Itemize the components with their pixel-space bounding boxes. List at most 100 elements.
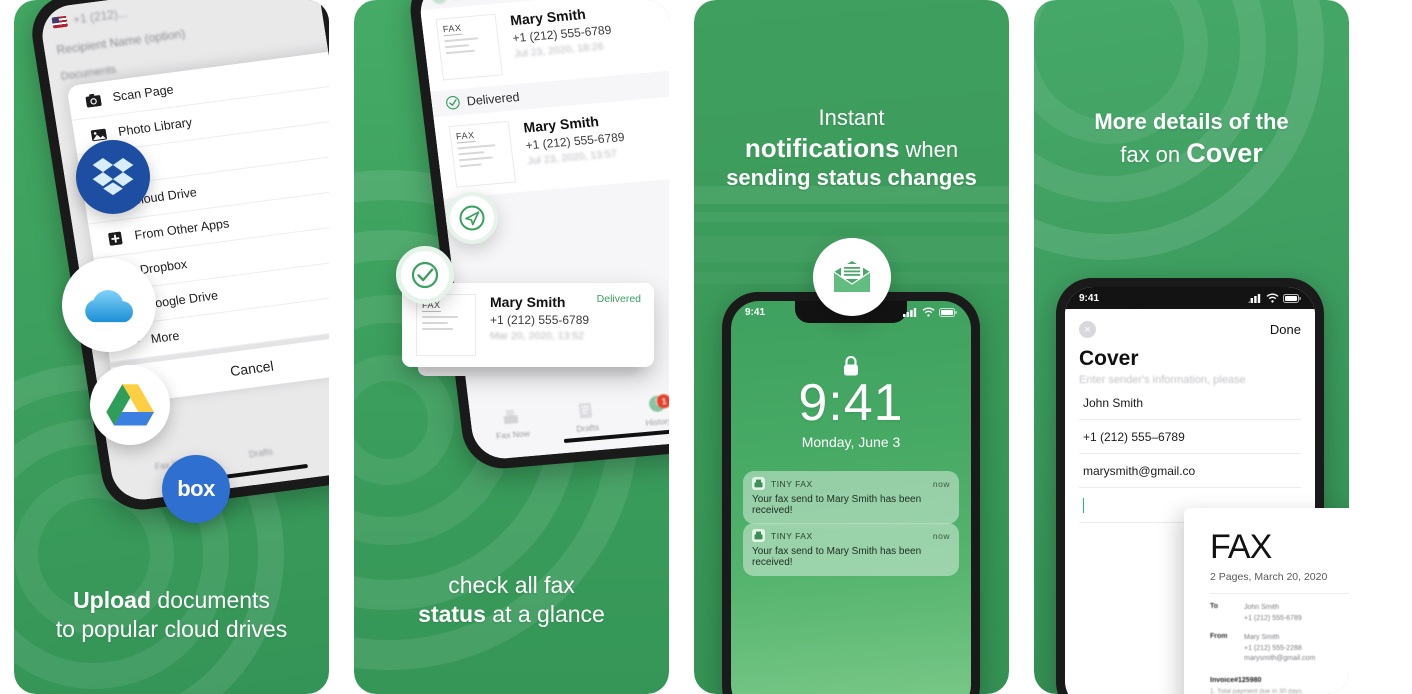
google-drive-badge	[90, 365, 170, 445]
tab-label: Fax Now	[495, 428, 531, 441]
action-sheet-item-label: From Other Apps	[133, 216, 231, 243]
headline-text: documents	[151, 587, 270, 614]
close-icon[interactable]: ×	[1079, 321, 1096, 338]
headline-text: fax on	[1120, 141, 1187, 167]
panel-headline: check all fax status at a glance	[354, 571, 669, 629]
to-value: John Smith +1 (212) 555-6789	[1244, 604, 1302, 622]
sender-phone-field[interactable]: +1 (212) 555–6789	[1079, 420, 1301, 454]
tab-label: Drafts	[575, 422, 600, 434]
panel-headline: Upload documents to popular cloud drives	[14, 586, 329, 644]
paper-plane-icon	[459, 205, 485, 231]
tab-drafts[interactable]: Drafts	[573, 399, 600, 434]
thumbnail-fax-label: FAX	[455, 129, 476, 144]
headline-emphasis: notifications	[744, 132, 900, 163]
section-label: Delivered	[465, 89, 521, 109]
lock-screen-date: Monday, June 3	[801, 434, 901, 450]
headline-emphasis: status	[418, 601, 486, 628]
page-title: Cover	[1079, 347, 1139, 370]
screenshot-gallery: +1 (212)... Recipient Name (option) Docu…	[0, 0, 1412, 694]
tab-history[interactable]: 1 History	[642, 393, 669, 428]
divider	[1210, 593, 1349, 594]
app-icon	[752, 477, 765, 490]
headline-text: at a glance	[485, 601, 605, 628]
action-sheet-item-label: Dropbox	[139, 257, 189, 278]
battery-icon	[939, 307, 957, 317]
thumbnail-fax-label: FAX	[442, 22, 463, 37]
from-value: Mary Smith +1 (212) 555-2288 marysmith@g…	[1244, 634, 1316, 662]
status-badge: Delivered	[596, 293, 641, 305]
notification-banner[interactable]: TINY FAX now Your fax send to Mary Smith…	[743, 471, 959, 524]
cellular-signal-icon	[903, 308, 917, 317]
action-sheet-item-label: Scan Page	[111, 82, 175, 105]
to-label: To	[1210, 603, 1219, 610]
notification-body: Your fax send to Mary Smith has been rec…	[752, 546, 922, 568]
recipient-number: +1 (212) 555-6789	[490, 313, 590, 327]
fax-machine-icon	[500, 406, 522, 428]
box-badge: box	[162, 455, 230, 523]
tab-drafts[interactable]: Drafts	[248, 446, 273, 459]
headline-text: Instant	[818, 105, 885, 130]
envelope-badge	[812, 238, 891, 316]
notification-body: Your fax send to Mary Smith has been rec…	[752, 494, 922, 516]
lock-screen: 9:41 9:41 Monday, June 3 TINY FAX now Yo…	[731, 301, 971, 694]
delivered-badge	[396, 246, 454, 304]
app-icon	[752, 529, 765, 542]
fax-preview-to-row: To John Smith +1 (212) 555-6789	[1210, 603, 1349, 624]
headline-text: More details of the	[1094, 109, 1289, 134]
panel-headline: Instant notifications when sending statu…	[694, 104, 1009, 192]
sender-name-field[interactable]: John Smith	[1079, 386, 1301, 420]
panel-headline: More details of the fax on Cover	[1034, 108, 1349, 170]
check-circle-icon	[446, 95, 460, 110]
wifi-icon	[922, 307, 935, 317]
fax-preview-meta: 2 Pages, March 20, 2020	[1210, 571, 1328, 583]
paper-plane-icon	[432, 0, 446, 3]
fax-thumbnail: FAX	[435, 13, 503, 81]
action-sheet: Scan Page Photo Library box	[66, 49, 329, 406]
sender-email-field[interactable]: marysmith@gmail.co	[1079, 454, 1301, 488]
us-flag-icon	[51, 15, 69, 29]
lock-screen-time: 9:41	[798, 374, 904, 432]
camera-icon	[84, 91, 102, 109]
action-sheet-item-label: Photo Library	[117, 115, 194, 139]
status-bar-time: 9:41	[745, 306, 766, 318]
fax-cover-preview: FAX 2 Pages, March 20, 2020 To John Smit…	[1184, 508, 1349, 694]
headline-text: to popular cloud drives	[55, 616, 288, 643]
tab-label: History	[645, 415, 669, 428]
drafts-icon	[574, 399, 596, 421]
headline-emphasis: Upload	[73, 587, 152, 614]
notification-banner[interactable]: TINY FAX now Your fax send to Mary Smith…	[743, 523, 959, 576]
text-caret	[1083, 498, 1084, 513]
notification-time: now	[932, 530, 950, 541]
send-badge	[446, 192, 498, 244]
dropbox-badge	[76, 140, 150, 214]
battery-icon	[1283, 293, 1301, 303]
tab-fax-now[interactable]: Fax Now	[493, 405, 530, 441]
check-circle-icon	[411, 261, 439, 289]
cover-form: × Done Cover Enter sender's information,…	[1065, 309, 1315, 523]
panel-fax-cover-details: More details of the fax on Cover 9:41 ×	[1034, 0, 1349, 694]
notification-app-name: TINY FAX	[771, 530, 813, 541]
headline-text: when	[899, 136, 959, 162]
section-label: Sending	[452, 0, 499, 1]
invoice-number: Invoice#125980	[1210, 676, 1262, 684]
done-button[interactable]: Done	[1270, 322, 1301, 337]
fax-preview-title: FAX	[1210, 528, 1272, 566]
sent-timestamp: Mar 20, 2020, 13:52	[490, 330, 584, 342]
from-label: From	[1210, 633, 1228, 640]
fax-thumbnail: FAX	[448, 120, 517, 188]
notification-app-name: TINY FAX	[771, 478, 813, 489]
fax-preview-from-row: From Mary Smith +1 (212) 555-2288 marysm…	[1210, 633, 1349, 665]
cover-nav-bar: × Done	[1079, 321, 1301, 338]
notification-time: now	[932, 478, 950, 489]
wifi-icon	[1266, 293, 1279, 303]
panel-upload-cloud-drives: +1 (212)... Recipient Name (option) Docu…	[14, 0, 329, 694]
status-bar-time: 9:41	[1079, 292, 1100, 304]
headline-emphasis: Cover	[1186, 137, 1263, 168]
headline-text: sending status changes	[726, 165, 977, 191]
panel-check-fax-status: Sending FAX Mary Smith +1 (212) 555-6789…	[354, 0, 669, 694]
recipient-name: Mary Smith	[490, 294, 566, 310]
phone-mockup: 9:41 9:41 Monday, June 3 TINY FAX now Yo…	[722, 292, 980, 694]
invoice-notes: 1. Total payment due in 30 days. 2. Plea…	[1210, 687, 1304, 694]
phone-notch	[1130, 287, 1250, 309]
panel-instant-notifications: Instant notifications when sending statu…	[694, 0, 1009, 694]
